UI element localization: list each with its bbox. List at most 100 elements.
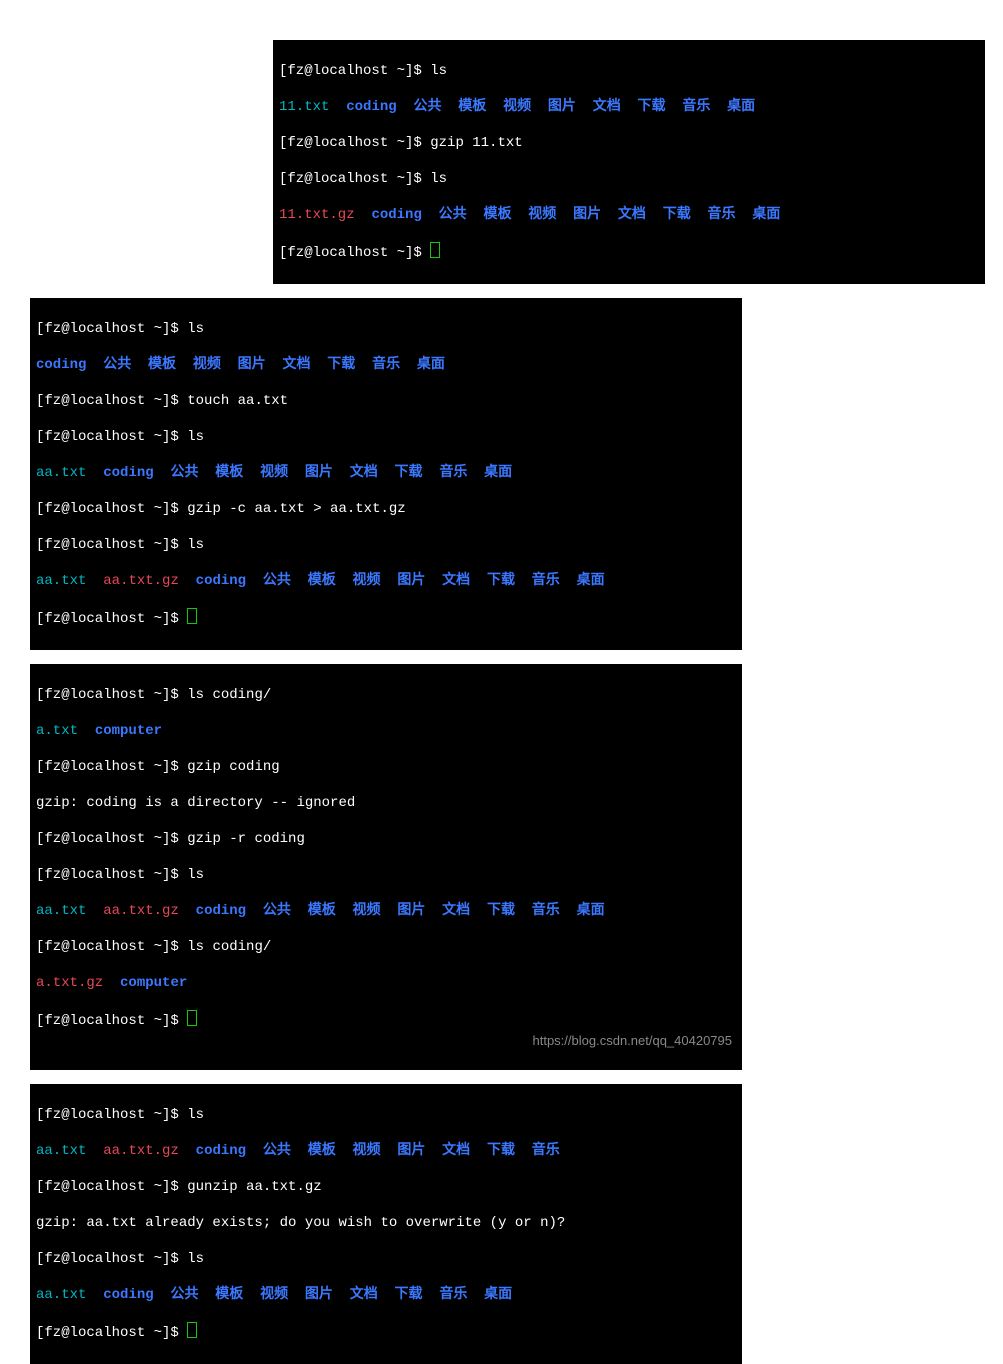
command: gzip 11.txt bbox=[430, 135, 522, 151]
dir: 音乐 bbox=[532, 573, 560, 589]
file-gz: 11.txt.gz bbox=[279, 207, 355, 223]
file: a.txt bbox=[36, 723, 78, 739]
cursor-icon[interactable] bbox=[187, 608, 197, 624]
dir: 模板 bbox=[308, 573, 336, 589]
prompt: [fz@localhost ~]$ bbox=[36, 321, 187, 337]
terminal-line: aa.txt coding 公共 模板 视频 图片 文档 下载 音乐 桌面 bbox=[36, 464, 736, 482]
terminal-line: [fz@localhost ~]$ ls coding/ bbox=[36, 938, 736, 956]
command: ls bbox=[187, 1107, 204, 1123]
dir: 音乐 bbox=[532, 903, 560, 919]
dir: 视频 bbox=[193, 357, 221, 373]
dir: 下载 bbox=[487, 573, 515, 589]
terminal-line: [fz@localhost ~]$ gzip 11.txt bbox=[279, 134, 979, 152]
dir: 文档 bbox=[442, 903, 470, 919]
terminal-line: [fz@localhost ~]$ ls bbox=[279, 170, 979, 188]
prompt: [fz@localhost ~]$ bbox=[36, 687, 187, 703]
dir: 图片 bbox=[238, 357, 266, 373]
terminal-line: 11.txt coding 公共 模板 视频 图片 文档 下载 音乐 桌面 bbox=[279, 98, 979, 116]
dir: 下载 bbox=[487, 903, 515, 919]
terminal-block-1: [fz@localhost ~]$ ls 11.txt coding 公共 模板… bbox=[273, 40, 985, 284]
prompt: [fz@localhost ~]$ bbox=[36, 939, 187, 955]
command: gunzip aa.txt.gz bbox=[187, 1179, 321, 1195]
dir: coding bbox=[36, 357, 86, 373]
prompt: [fz@localhost ~]$ bbox=[279, 135, 430, 151]
dir: coding bbox=[103, 465, 153, 481]
dir: 图片 bbox=[548, 99, 576, 115]
dir: 公共 bbox=[413, 99, 441, 115]
prompt: [fz@localhost ~]$ bbox=[36, 1107, 187, 1123]
prompt: [fz@localhost ~]$ bbox=[279, 171, 430, 187]
command: ls bbox=[187, 429, 204, 445]
dir: 桌面 bbox=[484, 1287, 512, 1303]
command: ls bbox=[187, 321, 204, 337]
command: touch aa.txt bbox=[187, 393, 288, 409]
dir: computer bbox=[120, 975, 187, 991]
prompt: [fz@localhost ~]$ bbox=[36, 393, 187, 409]
cursor-icon[interactable] bbox=[187, 1322, 197, 1338]
dir: 视频 bbox=[353, 573, 381, 589]
terminal-line: gzip: coding is a directory -- ignored bbox=[36, 794, 736, 812]
stderr: gzip: aa.txt already exists; do you wish… bbox=[36, 1215, 565, 1231]
dir: 文档 bbox=[350, 465, 378, 481]
dir: coding bbox=[196, 903, 246, 919]
terminal-line: a.txt.gz computer bbox=[36, 974, 736, 992]
terminal-line: [fz@localhost ~]$ gzip -c aa.txt > aa.tx… bbox=[36, 500, 736, 518]
dir: 模板 bbox=[215, 465, 243, 481]
terminal-line: [fz@localhost ~]$ gunzip aa.txt.gz bbox=[36, 1178, 736, 1196]
terminal-line: [fz@localhost ~]$ ls bbox=[36, 536, 736, 554]
dir: 音乐 bbox=[532, 1143, 560, 1159]
command: ls bbox=[430, 63, 447, 79]
dir: 公共 bbox=[263, 1143, 291, 1159]
terminal-line: [fz@localhost ~]$ ls coding/ bbox=[36, 686, 736, 704]
dir: 下载 bbox=[327, 357, 355, 373]
command: gzip coding bbox=[187, 759, 279, 775]
terminal-line: aa.txt coding 公共 模板 视频 图片 文档 下载 音乐 桌面 bbox=[36, 1286, 736, 1304]
file-gz: aa.txt.gz bbox=[103, 573, 179, 589]
terminal-line: a.txt computer bbox=[36, 722, 736, 740]
watermark-text: https://blog.csdn.net/qq_40420795 bbox=[533, 1032, 733, 1050]
prompt: [fz@localhost ~]$ bbox=[279, 245, 430, 261]
terminal-line: [fz@localhost ~]$ ls bbox=[36, 428, 736, 446]
terminal-block-3: [fz@localhost ~]$ ls coding/ a.txt compu… bbox=[30, 664, 742, 1070]
dir: 文档 bbox=[350, 1287, 378, 1303]
dir: coding bbox=[103, 1287, 153, 1303]
command: ls bbox=[187, 537, 204, 553]
dir: 音乐 bbox=[372, 357, 400, 373]
prompt: [fz@localhost ~]$ bbox=[36, 611, 187, 627]
cursor-icon[interactable] bbox=[430, 242, 440, 258]
command: gzip -c aa.txt > aa.txt.gz bbox=[187, 501, 405, 517]
dir: 文档 bbox=[593, 99, 621, 115]
dir: coding bbox=[196, 573, 246, 589]
dir: 视频 bbox=[503, 99, 531, 115]
prompt: [fz@localhost ~]$ bbox=[36, 1013, 187, 1029]
file: aa.txt bbox=[36, 903, 86, 919]
prompt: [fz@localhost ~]$ bbox=[36, 1251, 187, 1267]
file-gz: aa.txt.gz bbox=[103, 1143, 179, 1159]
terminal-line: aa.txt aa.txt.gz coding 公共 模板 视频 图片 文档 下… bbox=[36, 1142, 736, 1160]
dir: 桌面 bbox=[752, 207, 780, 223]
prompt: [fz@localhost ~]$ bbox=[36, 429, 187, 445]
prompt: [fz@localhost ~]$ bbox=[36, 831, 187, 847]
dir: 公共 bbox=[170, 465, 198, 481]
file: aa.txt bbox=[36, 573, 86, 589]
terminal-line: gzip: aa.txt already exists; do you wish… bbox=[36, 1214, 736, 1232]
dir: 图片 bbox=[397, 903, 425, 919]
dir: 音乐 bbox=[682, 99, 710, 115]
dir: 音乐 bbox=[708, 207, 736, 223]
dir: 模板 bbox=[308, 903, 336, 919]
dir: 图片 bbox=[397, 573, 425, 589]
prompt: [fz@localhost ~]$ bbox=[36, 1325, 187, 1341]
command: ls coding/ bbox=[187, 939, 271, 955]
dir: 模板 bbox=[148, 357, 176, 373]
cursor-icon[interactable] bbox=[187, 1010, 197, 1026]
dir: 下载 bbox=[487, 1143, 515, 1159]
dir: 视频 bbox=[260, 1287, 288, 1303]
prompt: [fz@localhost ~]$ bbox=[36, 537, 187, 553]
file: aa.txt bbox=[36, 1287, 86, 1303]
dir: 视频 bbox=[528, 207, 556, 223]
terminal-line: [fz@localhost ~]$ touch aa.txt bbox=[36, 392, 736, 410]
command: ls bbox=[187, 867, 204, 883]
terminal-line: [fz@localhost ~]$ ls bbox=[36, 866, 736, 884]
prompt: [fz@localhost ~]$ bbox=[36, 1179, 187, 1195]
dir: 图片 bbox=[397, 1143, 425, 1159]
